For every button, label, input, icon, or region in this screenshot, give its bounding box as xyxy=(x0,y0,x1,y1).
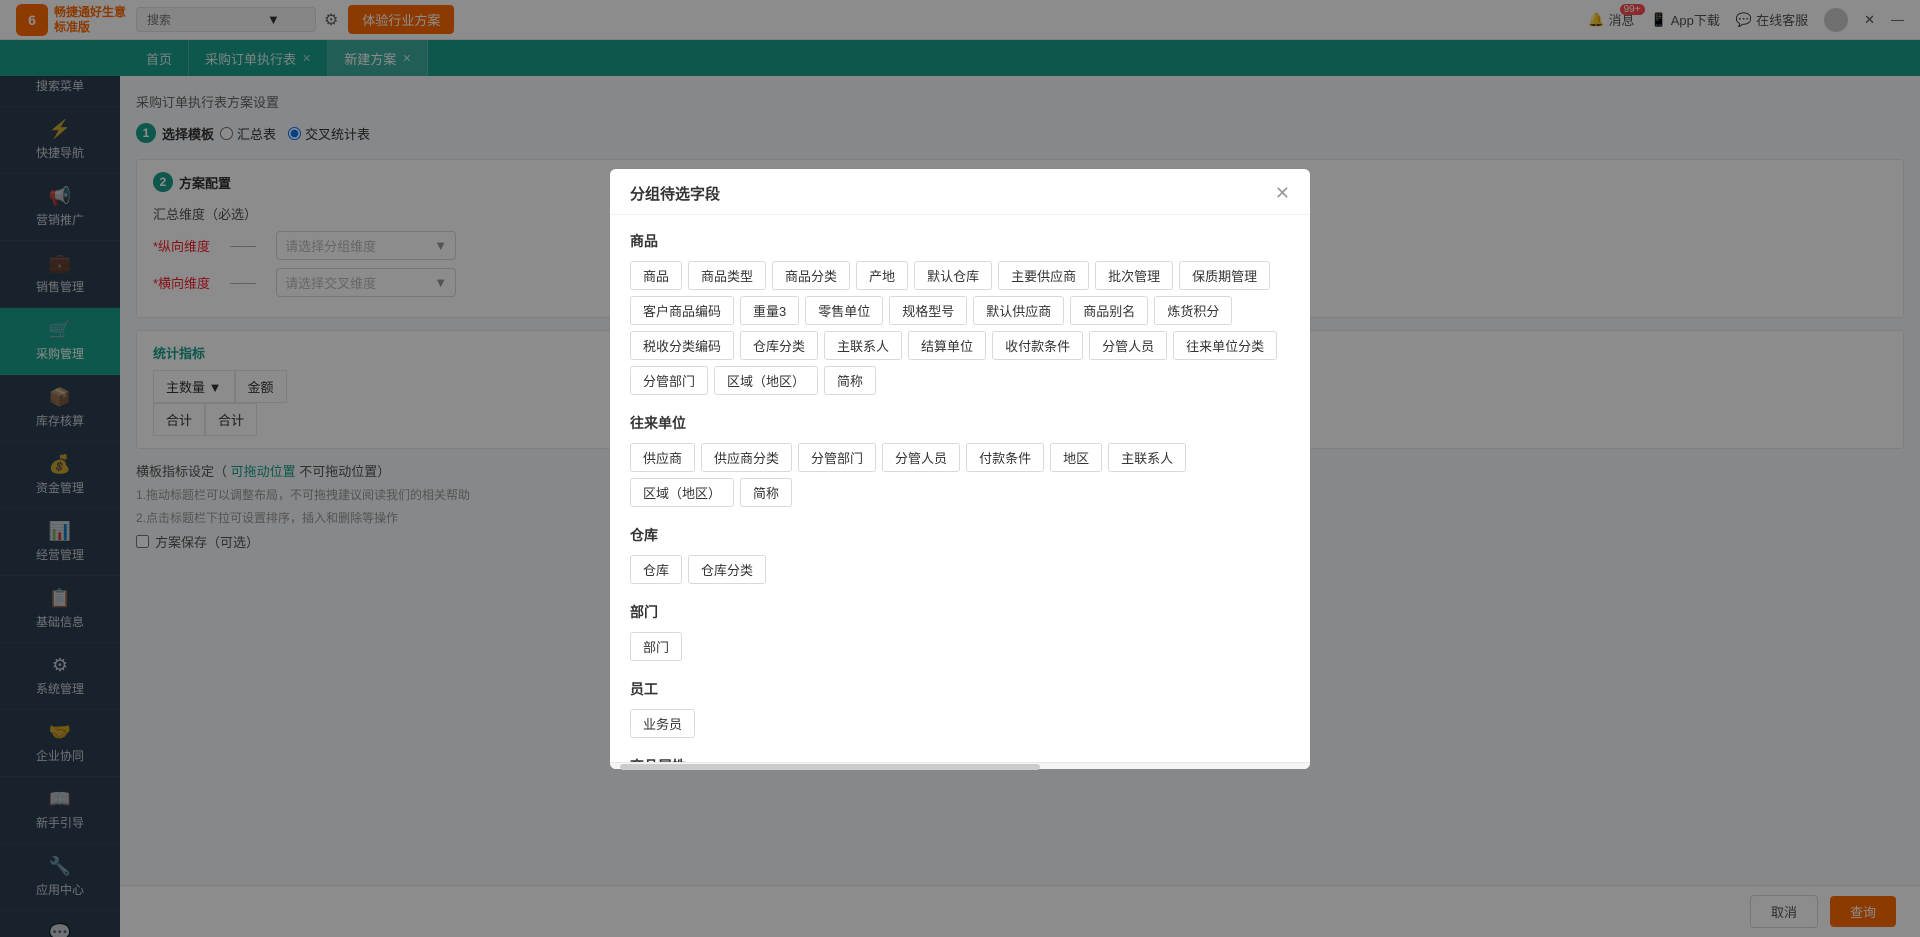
field-tag[interactable]: 付款条件 xyxy=(966,443,1044,472)
section-product-attr-title: 商品属性 xyxy=(630,756,1290,762)
modal-header: 分组待选字段 ✕ xyxy=(610,169,1310,215)
field-tag[interactable]: 税收分类编码 xyxy=(630,331,734,360)
section-warehouse-title: 仓库 xyxy=(630,525,1290,545)
field-tag[interactable]: 分管人员 xyxy=(1089,331,1167,360)
field-tag[interactable]: 简称 xyxy=(740,478,792,507)
modal-hscroll-thumb[interactable] xyxy=(620,764,1040,770)
field-tag[interactable]: 重量3 xyxy=(740,296,799,325)
field-tag[interactable]: 默认供应商 xyxy=(973,296,1064,325)
field-tag[interactable]: 产地 xyxy=(856,261,908,290)
field-tag[interactable]: 业务员 xyxy=(630,709,695,738)
department-field-tags: 部门 xyxy=(630,632,1290,661)
section-employee: 员工 业务员 xyxy=(630,679,1290,738)
field-tag[interactable]: 分管部门 xyxy=(798,443,876,472)
section-warehouse: 仓库 仓库 仓库分类 xyxy=(630,525,1290,584)
field-tag[interactable]: 炼货积分 xyxy=(1154,296,1232,325)
section-product: 商品 商品 商品类型 商品分类 产地 默认仓库 主要供应商 批次管理 保质期管理… xyxy=(630,231,1290,395)
modal-body: 商品 商品 商品类型 商品分类 产地 默认仓库 主要供应商 批次管理 保质期管理… xyxy=(610,215,1310,762)
modal-overlay[interactable]: 分组待选字段 ✕ 商品 商品 商品类型 商品分类 产地 默认仓库 主要供应商 批… xyxy=(0,0,1920,937)
section-employee-title: 员工 xyxy=(630,679,1290,699)
field-tag[interactable]: 区域（地区） xyxy=(714,366,818,395)
field-tag[interactable]: 商品分类 xyxy=(772,261,850,290)
modal-close-btn[interactable]: ✕ xyxy=(1275,183,1290,204)
field-select-modal: 分组待选字段 ✕ 商品 商品 商品类型 商品分类 产地 默认仓库 主要供应商 批… xyxy=(610,169,1310,769)
field-tag[interactable]: 分管部门 xyxy=(630,366,708,395)
section-product-title: 商品 xyxy=(630,231,1290,251)
field-tag[interactable]: 地区 xyxy=(1050,443,1102,472)
field-tag[interactable]: 客户商品编码 xyxy=(630,296,734,325)
section-department-title: 部门 xyxy=(630,602,1290,622)
field-tag[interactable]: 分管人员 xyxy=(882,443,960,472)
partner-field-tags: 供应商 供应商分类 分管部门 分管人员 付款条件 地区 主联系人 区域（地区） … xyxy=(630,443,1290,507)
field-tag[interactable]: 批次管理 xyxy=(1095,261,1173,290)
field-tag[interactable]: 仓库分类 xyxy=(740,331,818,360)
field-tag[interactable]: 简称 xyxy=(824,366,876,395)
field-tag[interactable]: 零售单位 xyxy=(805,296,883,325)
field-tag[interactable]: 规格型号 xyxy=(889,296,967,325)
product-field-tags: 商品 商品类型 商品分类 产地 默认仓库 主要供应商 批次管理 保质期管理 客户… xyxy=(630,261,1290,395)
field-tag[interactable]: 主要供应商 xyxy=(998,261,1089,290)
field-tag[interactable]: 主联系人 xyxy=(824,331,902,360)
warehouse-field-tags: 仓库 仓库分类 xyxy=(630,555,1290,584)
field-tag[interactable]: 收付款条件 xyxy=(992,331,1083,360)
field-tag[interactable]: 默认仓库 xyxy=(914,261,992,290)
modal-horizontal-scrollbar[interactable] xyxy=(610,762,1310,769)
field-tag[interactable]: 商品别名 xyxy=(1070,296,1148,325)
section-partner: 往来单位 供应商 供应商分类 分管部门 分管人员 付款条件 地区 主联系人 区域… xyxy=(630,413,1290,507)
field-tag[interactable]: 往来单位分类 xyxy=(1173,331,1277,360)
field-tag[interactable]: 结算单位 xyxy=(908,331,986,360)
field-tag[interactable]: 区域（地区） xyxy=(630,478,734,507)
field-tag[interactable]: 供应商 xyxy=(630,443,695,472)
field-tag[interactable]: 供应商分类 xyxy=(701,443,792,472)
section-department: 部门 部门 xyxy=(630,602,1290,661)
employee-field-tags: 业务员 xyxy=(630,709,1290,738)
field-tag[interactable]: 部门 xyxy=(630,632,682,661)
section-partner-title: 往来单位 xyxy=(630,413,1290,433)
field-tag[interactable]: 商品类型 xyxy=(688,261,766,290)
field-tag[interactable]: 主联系人 xyxy=(1108,443,1186,472)
field-tag[interactable]: 仓库分类 xyxy=(688,555,766,584)
field-tag[interactable]: 商品 xyxy=(630,261,682,290)
section-product-attr: 商品属性 属性 颜色 多规格 尺码 鞋码 1 xyxy=(630,756,1290,762)
field-tag[interactable]: 仓库 xyxy=(630,555,682,584)
modal-title: 分组待选字段 xyxy=(630,183,720,204)
field-tag[interactable]: 保质期管理 xyxy=(1179,261,1270,290)
